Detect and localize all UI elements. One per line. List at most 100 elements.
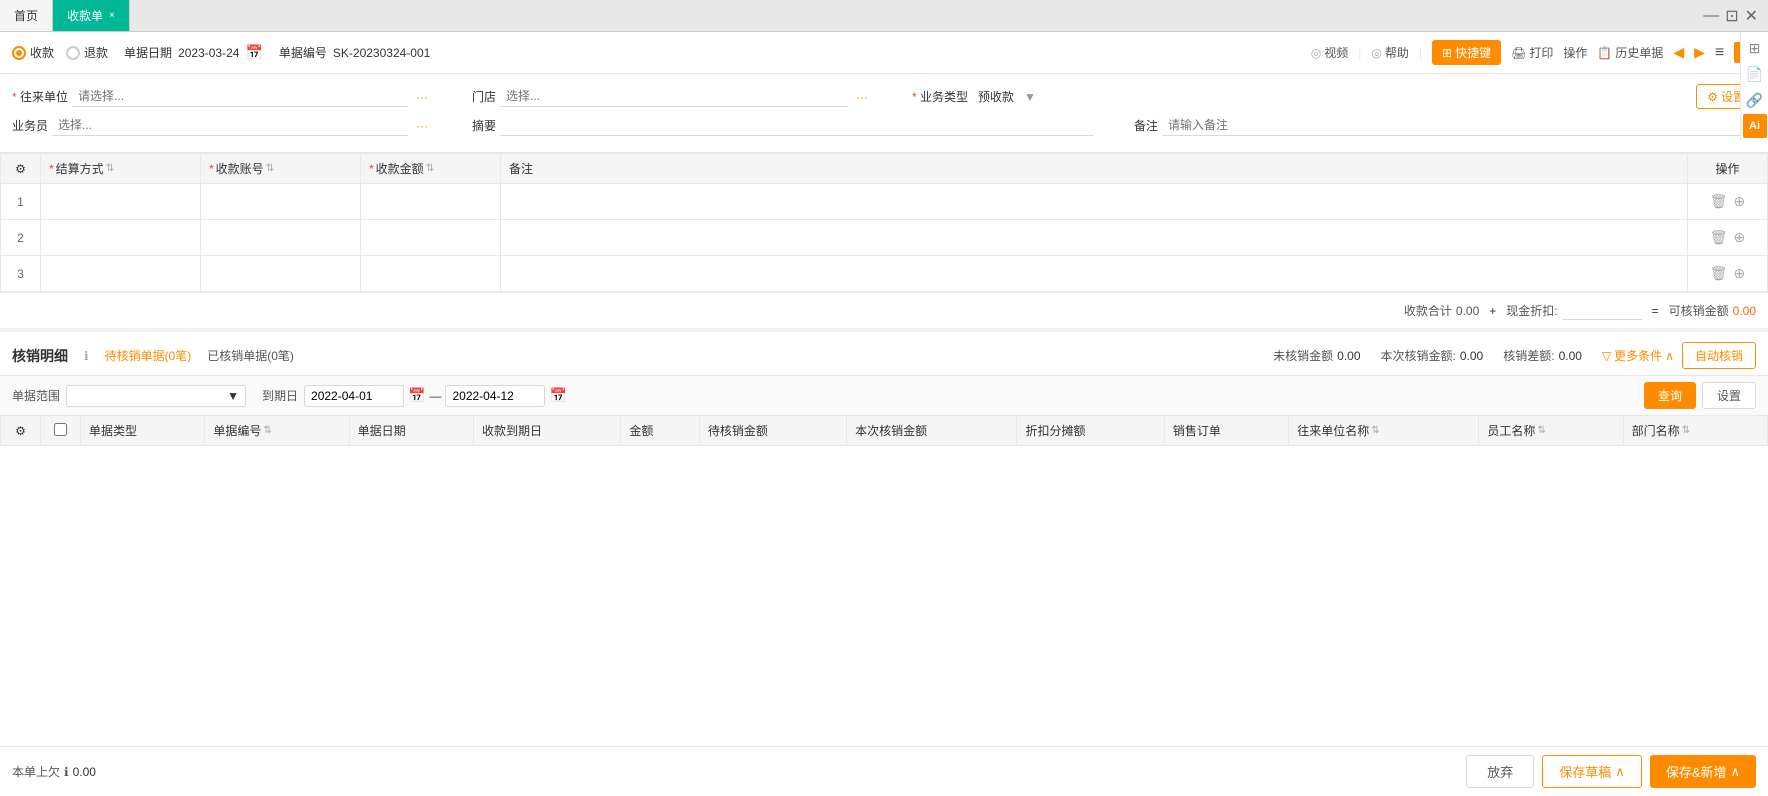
row-1-amount[interactable] — [361, 184, 501, 220]
calendar-start-icon[interactable]: 📅 — [408, 387, 425, 404]
nav-right-icon[interactable]: ▶ — [1694, 44, 1705, 61]
window-minimize-icon[interactable]: — — [1703, 7, 1719, 25]
sidebar-table-icon[interactable]: ⊞ — [1743, 36, 1767, 60]
history-action[interactable]: 📋 历史单据 — [1597, 44, 1663, 61]
staff-sort-icon[interactable]: ⇅ — [1537, 425, 1545, 436]
draft-arrow-icon: ∧ — [1615, 764, 1625, 780]
row-2-remark[interactable] — [501, 220, 1688, 256]
row-3-delete-icon[interactable]: 🗑 — [1710, 265, 1728, 282]
date-label: 单据日期 — [124, 44, 172, 61]
discount-input[interactable] — [1562, 301, 1642, 320]
diff-value: 0.00 — [1559, 349, 1582, 363]
filter-settings-button[interactable]: 设置 — [1702, 382, 1756, 409]
window-close-icon[interactable]: ✕ — [1745, 6, 1758, 26]
help-action[interactable]: ◎ 帮助 — [1371, 44, 1409, 61]
date-dash: — — [429, 389, 441, 403]
tab-home[interactable]: 首页 — [0, 0, 53, 31]
pending-tab[interactable]: 待核销单据(0笔) — [105, 347, 192, 364]
row-3-account[interactable] — [201, 256, 361, 292]
settlement-sort-icon[interactable]: ⇅ — [106, 163, 114, 174]
main-content: 收款 退款 单据日期 2023-03-24 📅 单据编号 SK-20230324… — [0, 32, 1768, 796]
sidebar-link-icon[interactable]: 🔗 — [1743, 88, 1767, 112]
row-1-copy-icon[interactable]: ⊕ — [1734, 193, 1746, 210]
row-3-settlement[interactable] — [41, 256, 201, 292]
more-conditions-link[interactable]: ▽ 更多条件 ∧ — [1602, 347, 1674, 364]
store-ellipsis[interactable]: ··· — [852, 90, 872, 104]
verify-info-icon[interactable]: ℹ — [84, 349, 89, 363]
number-sort-icon[interactable]: ⇅ — [263, 425, 271, 436]
sidebar-doc-icon[interactable]: 📄 — [1743, 62, 1767, 86]
unchecked-label: 未核销金额 — [1273, 347, 1333, 364]
partner-ellipsis[interactable]: ··· — [412, 90, 432, 104]
save-arrow-icon: ∧ — [1730, 764, 1740, 780]
partner-sort-icon[interactable]: ⇅ — [1371, 425, 1379, 436]
row-3-remark[interactable] — [501, 256, 1688, 292]
plus-sign: + — [1489, 304, 1496, 318]
row-2-actions: 🗑 ⊕ — [1688, 220, 1768, 256]
select-all-checkbox[interactable] — [54, 423, 67, 436]
discard-button[interactable]: 放弃 — [1466, 755, 1534, 788]
partner-label: 往来单位 — [12, 88, 68, 105]
print-label: 打印 — [1529, 44, 1553, 61]
remark-input[interactable] — [1162, 115, 1756, 136]
tab-home-label: 首页 — [14, 7, 38, 24]
row-2-copy-icon[interactable]: ⊕ — [1734, 229, 1746, 246]
tab-close-icon[interactable]: × — [109, 10, 115, 21]
row-3-num: 3 — [1, 256, 41, 292]
date-end-input[interactable] — [445, 385, 545, 407]
row-1-account[interactable] — [201, 184, 361, 220]
summary-label: 摘要 — [472, 117, 496, 134]
row-2-amount[interactable] — [361, 220, 501, 256]
store-input[interactable] — [500, 86, 848, 107]
row-3-copy-icon[interactable]: ⊕ — [1734, 265, 1746, 282]
account-sort-icon[interactable]: ⇅ — [266, 163, 274, 174]
auto-verify-button[interactable]: 自动核销 — [1682, 342, 1756, 369]
calendar-icon[interactable]: 📅 — [245, 44, 262, 61]
radio-receipt-label: 收款 — [30, 44, 54, 61]
total-calc: 收款合计 0.00 — [1404, 302, 1479, 319]
shortcut-button[interactable]: ⊞ 快捷键 — [1432, 40, 1501, 65]
draft-button[interactable]: 保存草稿 ∧ — [1542, 755, 1642, 788]
dept-sort-icon[interactable]: ⇅ — [1682, 425, 1690, 436]
range-select[interactable]: ▼ — [66, 385, 246, 407]
biz-dropdown-icon[interactable]: ▼ — [1024, 90, 1036, 104]
sidebar-ai-icon[interactable]: Ai — [1743, 114, 1767, 138]
row-3-amount[interactable] — [361, 256, 501, 292]
calendar-end-icon[interactable]: 📅 — [549, 387, 566, 404]
window-restore-icon[interactable]: ⊡ — [1725, 6, 1738, 26]
store-label: 门店 — [472, 88, 496, 105]
nav-left-icon[interactable]: ◀ — [1673, 44, 1684, 61]
print-action[interactable]: 🖨 打印 — [1511, 44, 1553, 61]
bt-col-gear[interactable]: ⚙ — [1, 416, 41, 446]
radio-receipt[interactable]: 收款 — [12, 44, 54, 61]
staff-ellipsis[interactable]: ··· — [412, 119, 432, 133]
done-tab[interactable]: 已核销单据(0笔) — [207, 347, 294, 364]
row-2-delete-icon[interactable]: 🗑 — [1710, 229, 1728, 246]
row-1-remark[interactable] — [501, 184, 1688, 220]
staff-input[interactable] — [52, 115, 408, 136]
partner-input[interactable] — [72, 86, 408, 107]
bt-col-sales-order: 销售订单 — [1164, 416, 1288, 446]
query-button[interactable]: 查询 — [1644, 382, 1696, 409]
table-row: 1 🗑 ⊕ — [1, 184, 1768, 220]
date-start-input[interactable] — [304, 385, 404, 407]
video-action[interactable]: ◎ 视频 — [1311, 44, 1349, 61]
save-button[interactable]: 保存&新增 ∧ — [1650, 755, 1756, 788]
remark-field: 备注 — [1134, 115, 1756, 136]
footer-info: 本单上欠 ℹ 0.00 — [12, 763, 96, 780]
help-label: 帮助 — [1385, 44, 1409, 61]
row-1-settlement[interactable] — [41, 184, 201, 220]
operation-action[interactable]: 操作 — [1563, 44, 1587, 61]
amount-sort-icon[interactable]: ⇅ — [426, 163, 434, 174]
current-label: 本次核销金额: — [1381, 347, 1456, 364]
summary-input[interactable] — [500, 115, 1094, 136]
row-2-settlement[interactable] — [41, 220, 201, 256]
row-1-delete-icon[interactable]: 🗑 — [1710, 193, 1728, 210]
bt-col-discount: 折扣分摊额 — [1017, 416, 1164, 446]
tab-receipt[interactable]: 收款单 × — [53, 0, 130, 31]
col-gear[interactable]: ⚙ — [1, 154, 41, 184]
radio-refund[interactable]: 退款 — [66, 44, 108, 61]
menu-icon[interactable]: ≡ — [1715, 44, 1724, 62]
footer-info-icon[interactable]: ℹ — [64, 765, 69, 779]
row-2-account[interactable] — [201, 220, 361, 256]
